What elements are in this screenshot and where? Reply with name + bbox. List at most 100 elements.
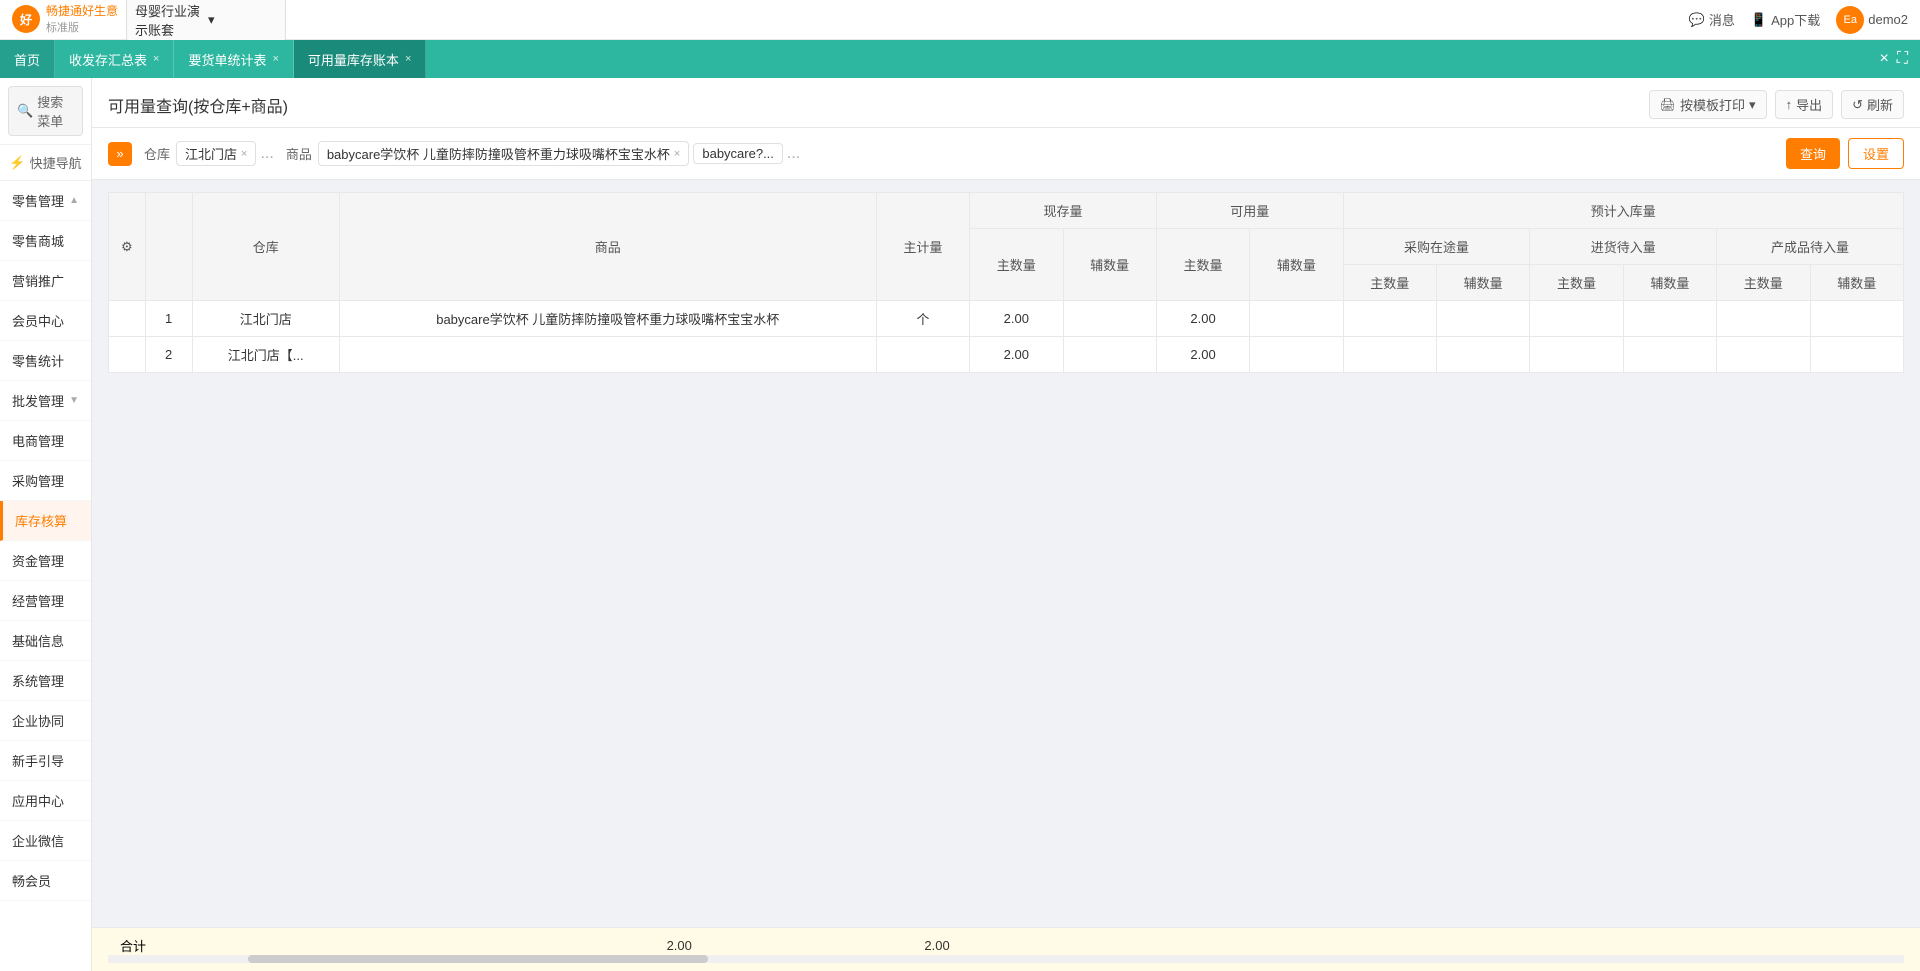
td-product-0: babycare学饮杯 儿童防摔防撞吸管杯重力球吸嘴杯宝宝水杯 [339, 301, 876, 337]
td-warehouse-1: 江北门店【... [192, 337, 339, 373]
product-label: 商品 [286, 144, 312, 163]
th-product-main: 主数量 [1717, 265, 1810, 301]
sidebar-item-operations[interactable]: 经营管理 [0, 581, 91, 621]
print-button[interactable]: 🖨 按模板打印 ▾ [1649, 90, 1767, 119]
sidebar-item-sys-mgmt[interactable]: 系统管理 [0, 661, 91, 701]
product-tag-0-remove[interactable]: × [674, 148, 680, 160]
filter-expand-button[interactable]: » [108, 142, 132, 166]
td-seq-1: 2 [145, 337, 192, 373]
warehouse-more[interactable]: ... [260, 145, 273, 163]
settings-icon[interactable]: ⚙ [121, 239, 133, 254]
sidebar-item-retail-mall[interactable]: 零售商城 [0, 221, 91, 261]
chevron-down-icon: ▼ [69, 395, 79, 406]
print-icon: 🖨 [1660, 97, 1677, 113]
top-bar-left: 好 畅捷通好生意 标准版 母婴行业演示账套 ▾ [12, 0, 286, 42]
th-expected-in: 预计入库量 [1343, 193, 1903, 229]
sidebar-item-finance[interactable]: 资金管理 [0, 541, 91, 581]
sidebar-item-marketing-label: 营销推广 [12, 271, 64, 290]
content-area: 可用量查询(按仓库+商品) 🖨 按模板打印 ▾ ↑ 导出 ↺ 刷新 [92, 78, 1920, 971]
message-button[interactable]: 💬 消息 [1689, 10, 1735, 29]
td-pur-main-1 [1343, 337, 1436, 373]
sidebar-item-vip-member[interactable]: 畅会员 [0, 861, 91, 901]
tab-avail-stock-close[interactable]: × [405, 53, 411, 65]
sidebar-item-inventory-label: 库存核算 [15, 511, 67, 530]
td-settings-1 [109, 337, 146, 373]
query-button[interactable]: 查询 [1786, 138, 1840, 169]
warehouse-tag-remove[interactable]: × [241, 148, 247, 160]
sidebar-item-batch-mgmt[interactable]: 批发管理 ▼ [0, 381, 91, 421]
td-prod-main-0 [1717, 301, 1810, 337]
td-prod-aux-0 [1810, 301, 1904, 337]
sidebar-item-ecommerce[interactable]: 电商管理 [0, 421, 91, 461]
sidebar-item-retail-stats-label: 零售统计 [12, 351, 64, 370]
td-pur-aux-0 [1437, 301, 1530, 337]
th-warehouse: 仓库 [192, 193, 339, 301]
table-container: ⚙ 仓库 商品 主计量 现存量 可用量 预计入库量 主数量 辅数量 主数量 [92, 180, 1920, 927]
th-current-stock: 现存量 [970, 193, 1157, 229]
tab-home[interactable]: 首页 [0, 40, 55, 78]
td-cur-main-0: 2.00 [970, 301, 1063, 337]
export-label: 导出 [1796, 95, 1822, 114]
product-tag-text-1: babycare?... [702, 146, 774, 161]
td-prod-main-1 [1717, 337, 1810, 373]
filter-bar: » 仓库 江北门店 × ... 商品 babycare学饮杯 儿童防摔防撞吸管杯… [92, 128, 1920, 180]
nav-icon: ⚡ [9, 155, 25, 171]
table-row: 1 江北门店 babycare学饮杯 儿童防摔防撞吸管杯重力球吸嘴杯宝宝水杯 个… [109, 301, 1904, 337]
export-button[interactable]: ↑ 导出 [1775, 90, 1834, 119]
search-menu-label: 搜索菜单 [37, 92, 74, 130]
refresh-button[interactable]: ↺ 刷新 [1841, 90, 1904, 119]
industry-selector[interactable]: 母婴行业演示账套 ▾ [126, 0, 286, 42]
warehouse-tags: 江北门店 × ... [176, 141, 274, 166]
search-menu-button[interactable]: 🔍 搜索菜单 [8, 86, 83, 136]
warehouse-filter: 仓库 江北门店 × ... [144, 141, 274, 166]
tab-order-stat-close[interactable]: × [272, 53, 278, 65]
close-all-button[interactable]: × [1879, 50, 1888, 68]
sidebar-item-member-center[interactable]: 会员中心 [0, 301, 91, 341]
warehouse-label: 仓库 [144, 144, 170, 163]
tab-recv-pay[interactable]: 收发存汇总表 × [55, 40, 174, 78]
th-goods-aux: 辅数量 [1623, 265, 1716, 301]
td-avail-aux-1 [1250, 337, 1343, 373]
th-settings: ⚙ [109, 193, 146, 301]
sidebar-item-enterprise-wechat[interactable]: 企业微信 [0, 821, 91, 861]
industry-selector-text: 母婴行业演示账套 [135, 1, 204, 39]
quick-nav-button[interactable]: ⚡ 快捷导航 [0, 145, 91, 181]
td-goods-main-0 [1530, 301, 1623, 337]
td-pur-aux-1 [1437, 337, 1530, 373]
th-available-aux-qty: 辅数量 [1250, 229, 1343, 301]
quick-nav-label: 快捷导航 [30, 153, 82, 172]
tab-recv-pay-close[interactable]: × [153, 53, 159, 65]
top-bar-right: 💬 消息 📱 App下载 Ea demo2 [1689, 6, 1908, 34]
sidebar-item-inventory[interactable]: 库存核算 [0, 501, 91, 541]
avatar: Ea [1836, 6, 1864, 34]
sidebar-item-vip-member-label: 畅会员 [12, 871, 51, 890]
th-current-aux-qty: 辅数量 [1063, 229, 1156, 301]
sidebar-item-retail-mgmt[interactable]: 零售管理 ▲ [0, 181, 91, 221]
logo-sub: 标准版 [46, 19, 118, 35]
user-menu[interactable]: Ea demo2 [1836, 6, 1908, 34]
sidebar-item-new-guide[interactable]: 新手引导 [0, 741, 91, 781]
sidebar-item-purchase[interactable]: 采购管理 [0, 461, 91, 501]
expand-button[interactable]: ⛶ [1897, 50, 1908, 68]
sidebar-item-retail-mall-label: 零售商城 [12, 231, 64, 250]
sidebar-item-enterprise-wechat-label: 企业微信 [12, 831, 64, 850]
filter-actions: 查询 设置 [1786, 138, 1904, 169]
product-more[interactable]: ... [787, 145, 800, 163]
sidebar-item-basic-info[interactable]: 基础信息 [0, 621, 91, 661]
sidebar-item-app-center[interactable]: 应用中心 [0, 781, 91, 821]
tab-home-label: 首页 [14, 50, 40, 69]
settings-button[interactable]: 设置 [1848, 138, 1904, 169]
tab-order-stat[interactable]: 要货单统计表 × [174, 40, 293, 78]
tab-avail-stock[interactable]: 可用量库存账本 × [294, 40, 426, 78]
sidebar-item-marketing[interactable]: 营销推广 [0, 261, 91, 301]
page-title: 可用量查询(按仓库+商品) [108, 93, 288, 117]
sidebar-item-enterprise[interactable]: 企业协同 [0, 701, 91, 741]
app-download-button[interactable]: 📱 App下载 [1751, 10, 1820, 29]
sidebar-item-retail-stats[interactable]: 零售统计 [0, 341, 91, 381]
app-download-icon: 📱 [1751, 12, 1767, 28]
td-settings-0 [109, 301, 146, 337]
page-actions: 🖨 按模板打印 ▾ ↑ 导出 ↺ 刷新 [1649, 90, 1905, 119]
footer-available-main-qty: 2.00 [873, 938, 1002, 953]
scroll-thumb[interactable] [248, 955, 708, 963]
logo-area: 好 畅捷通好生意 标准版 [12, 4, 118, 34]
